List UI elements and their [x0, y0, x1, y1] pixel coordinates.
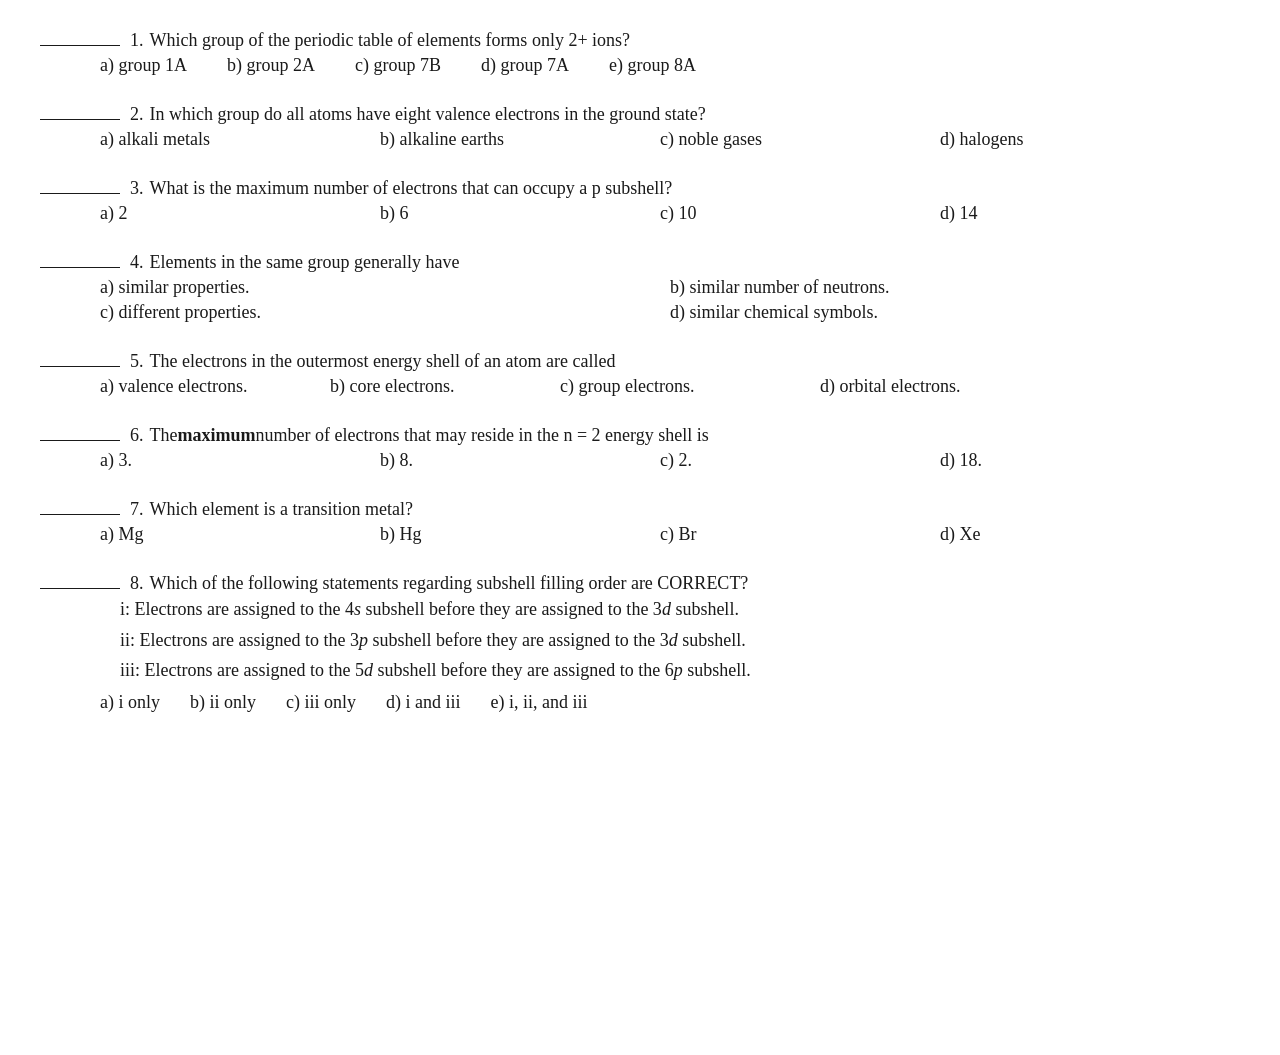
exam-container: 1. Which group of the periodic table of …: [40, 30, 1240, 713]
q7-number: 7.: [130, 499, 144, 520]
q3-ans-a: a) 2: [100, 203, 380, 224]
q5-text: The electrons in the outermost energy sh…: [150, 351, 616, 372]
q4-ans-b: b) similar number of neutrons.: [670, 277, 1240, 298]
q8-stmt-ii: ii: Electrons are assigned to the 3p sub…: [120, 625, 1240, 656]
q7-top-line: 7. Which element is a transition metal?: [40, 499, 1240, 520]
q2-number: 2.: [130, 104, 144, 125]
q5-number: 5.: [130, 351, 144, 372]
q3-blank: [40, 193, 120, 194]
q5-answers: a) valence electrons. b) core electrons.…: [40, 376, 1240, 397]
q3-number: 3.: [130, 178, 144, 199]
q2-answers: a) alkali metals b) alkaline earths c) n…: [40, 129, 1240, 150]
q6-ans-a: a) 3.: [100, 450, 380, 471]
q7-answers: a) Mg b) Hg c) Br d) Xe: [40, 524, 1240, 545]
q2-ans-a: a) alkali metals: [100, 129, 380, 150]
q2-top-line: 2. In which group do all atoms have eigh…: [40, 104, 1240, 125]
q7-ans-c: c) Br: [660, 524, 940, 545]
q8-blank: [40, 588, 120, 589]
q6-text-post: number of electrons that may reside in t…: [255, 425, 708, 446]
q3-ans-d: d) 14: [940, 203, 1220, 224]
q1-ans-a: a) group 1A: [100, 55, 187, 76]
q6-answers: a) 3. b) 8. c) 2. d) 18.: [40, 450, 1240, 471]
q8-ans-d: d) i and iii: [386, 692, 461, 713]
q4-ans-a: a) similar properties.: [100, 277, 670, 298]
q2-ans-b: b) alkaline earths: [380, 129, 660, 150]
q8-number: 8.: [130, 573, 144, 594]
q5-ans-b: b) core electrons.: [330, 376, 560, 397]
q7-ans-a: a) Mg: [100, 524, 380, 545]
q2-blank: [40, 119, 120, 120]
q8-stmt-i: i: Electrons are assigned to the 4s subs…: [120, 594, 1240, 625]
q4-ans-c: c) different properties.: [100, 302, 670, 323]
q6-ans-b: b) 8.: [380, 450, 660, 471]
q1-answers: a) group 1A b) group 2A c) group 7B d) g…: [40, 55, 1240, 76]
q1-ans-d: d) group 7A: [481, 55, 569, 76]
q7-ans-b: b) Hg: [380, 524, 660, 545]
q5-ans-c: c) group electrons.: [560, 376, 820, 397]
question-1: 1. Which group of the periodic table of …: [40, 30, 1240, 76]
q6-ans-d: d) 18.: [940, 450, 1220, 471]
question-6: 6. The maximum number of electrons that …: [40, 425, 1240, 471]
q1-blank: [40, 45, 120, 46]
q7-blank: [40, 514, 120, 515]
q4-ans-d: d) similar chemical symbols.: [670, 302, 1240, 323]
q3-text: What is the maximum number of electrons …: [150, 178, 673, 199]
q3-ans-b: b) 6: [380, 203, 660, 224]
q5-ans-a: a) valence electrons.: [100, 376, 330, 397]
q8-statements: i: Electrons are assigned to the 4s subs…: [40, 594, 1240, 686]
q8-ans-a: a) i only: [100, 692, 160, 713]
question-3: 3. What is the maximum number of electro…: [40, 178, 1240, 224]
q8-ans-e: e) i, ii, and iii: [491, 692, 588, 713]
q4-number: 4.: [130, 252, 144, 273]
q1-top-line: 1. Which group of the periodic table of …: [40, 30, 1240, 51]
q5-ans-d: d) orbital electrons.: [820, 376, 1050, 397]
q7-text: Which element is a transition metal?: [150, 499, 413, 520]
q6-text-pre: The: [150, 425, 178, 446]
question-8: 8. Which of the following statements reg…: [40, 573, 1240, 713]
q6-ans-c: c) 2.: [660, 450, 940, 471]
q4-text: Elements in the same group generally hav…: [150, 252, 460, 273]
q3-ans-c: c) 10: [660, 203, 940, 224]
q6-text-bold: maximum: [177, 425, 255, 446]
question-2: 2. In which group do all atoms have eigh…: [40, 104, 1240, 150]
q6-top-line: 6. The maximum number of electrons that …: [40, 425, 1240, 446]
question-5: 5. The electrons in the outermost energy…: [40, 351, 1240, 397]
q2-text: In which group do all atoms have eight v…: [150, 104, 706, 125]
question-7: 7. Which element is a transition metal? …: [40, 499, 1240, 545]
q5-top-line: 5. The electrons in the outermost energy…: [40, 351, 1240, 372]
q1-ans-c: c) group 7B: [355, 55, 441, 76]
q8-ans-c: c) iii only: [286, 692, 356, 713]
q3-answers: a) 2 b) 6 c) 10 d) 14: [40, 203, 1240, 224]
question-4: 4. Elements in the same group generally …: [40, 252, 1240, 323]
q8-top-line: 8. Which of the following statements reg…: [40, 573, 1240, 594]
q1-ans-e: e) group 8A: [609, 55, 696, 76]
q4-blank: [40, 267, 120, 268]
q2-ans-d: d) halogens: [940, 129, 1220, 150]
q1-number: 1.: [130, 30, 144, 51]
q6-number: 6.: [130, 425, 144, 446]
q1-ans-b: b) group 2A: [227, 55, 315, 76]
q4-top-line: 4. Elements in the same group generally …: [40, 252, 1240, 273]
q7-ans-d: d) Xe: [940, 524, 1220, 545]
q5-blank: [40, 366, 120, 367]
q8-answers: a) i only b) ii only c) iii only d) i an…: [40, 692, 1240, 713]
q8-stmt-iii: iii: Electrons are assigned to the 5d su…: [120, 655, 1240, 686]
q1-text: Which group of the periodic table of ele…: [150, 30, 631, 51]
q4-answers: a) similar properties. b) similar number…: [40, 277, 1240, 323]
q8-ans-b: b) ii only: [190, 692, 256, 713]
q3-top-line: 3. What is the maximum number of electro…: [40, 178, 1240, 199]
q8-text: Which of the following statements regard…: [150, 573, 749, 594]
q2-ans-c: c) noble gases: [660, 129, 940, 150]
q6-blank: [40, 440, 120, 441]
